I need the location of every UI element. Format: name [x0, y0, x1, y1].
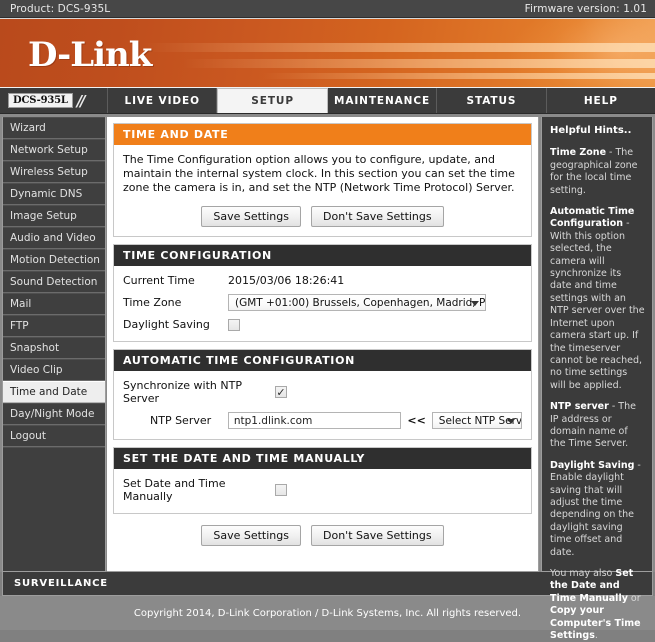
- save-settings-button-bottom[interactable]: Save Settings: [201, 525, 301, 546]
- sync-ntp-label: Synchronize with NTP Server: [123, 379, 242, 405]
- sidebar-item-day-night-mode[interactable]: Day/Night Mode: [3, 403, 105, 425]
- automatic-time-configuration-body: Synchronize with NTP Server ✓ NTP Server…: [114, 371, 531, 439]
- save-settings-button-top[interactable]: Save Settings: [201, 206, 301, 227]
- hint-atc-term: Automatic Time Configuration: [550, 206, 635, 230]
- sidebar-item-mail[interactable]: Mail: [3, 293, 105, 315]
- time-configuration-panel: TIME CONFIGURATION Current Time 2015/03/…: [113, 244, 532, 342]
- firmware-version-label: Firmware version: 1.01: [524, 2, 647, 15]
- time-zone-selected-value: (GMT +01:00) Brussels, Copenhagen, Madri…: [235, 296, 486, 309]
- sync-ntp-checkbox[interactable]: ✓: [275, 386, 287, 398]
- sidebar-item-audio-and-video[interactable]: Audio and Video: [3, 227, 105, 249]
- sidebar-item-wireless-setup[interactable]: Wireless Setup: [3, 161, 105, 183]
- slashes-decoration-icon: //: [76, 91, 86, 110]
- sidebar-item-motion-detection[interactable]: Motion Detection: [3, 249, 105, 271]
- time-configuration-header: TIME CONFIGURATION: [114, 245, 531, 266]
- manual-time-panel: SET THE DATE AND TIME MANUALLY Set Date …: [113, 447, 532, 514]
- hint-you-may-also: You may also Set the Date and Time Manua…: [550, 568, 645, 642]
- hint-ntp-term: NTP server: [550, 401, 609, 413]
- sidebar-item-ftp[interactable]: FTP: [3, 315, 105, 337]
- daylight-saving-label: Daylight Saving: [123, 318, 210, 331]
- sidebar-item-wizard[interactable]: Wizard: [3, 117, 105, 139]
- sidebar-item-snapshot[interactable]: Snapshot: [3, 337, 105, 359]
- select-ntp-server-dropdown[interactable]: Select NTP Server: [431, 412, 523, 429]
- manual-time-body: Set Date and Time Manually ✓: [114, 469, 531, 513]
- product-label: Product: DCS-935L: [10, 2, 111, 15]
- hint-ntp-server: NTP server - The IP address or domain na…: [550, 401, 645, 451]
- page-title: TIME AND DATE: [114, 124, 531, 145]
- manual-time-row: Set Date and Time Manually ✓: [123, 477, 522, 503]
- sidebar-navigation: Wizard Network Setup Wireless Setup Dyna…: [2, 117, 106, 572]
- ntp-server-input[interactable]: ntp1.dlink.com: [227, 412, 402, 429]
- sidebar-item-logout[interactable]: Logout: [3, 425, 105, 447]
- brand-banner: D-Link: [0, 18, 655, 88]
- manual-time-label: Set Date and Time Manually: [123, 477, 226, 503]
- banner-streak-3: [262, 73, 655, 79]
- time-zone-label: Time Zone: [123, 296, 182, 309]
- hint-atc-text: - With this option selected, the camera …: [550, 218, 645, 391]
- hint-time-zone-term: Time Zone: [550, 147, 607, 159]
- hint-time-zone: Time Zone - The geographical zone for th…: [550, 147, 645, 197]
- banner-streak-2: [183, 59, 655, 68]
- current-time-value: 2015/03/06 18:26:41: [228, 274, 345, 287]
- time-zone-row: Time Zone (GMT +01:00) Brussels, Copenha…: [123, 294, 522, 311]
- top-status-bar: Product: DCS-935L Firmware version: 1.01: [0, 0, 655, 18]
- manual-time-checkbox[interactable]: ✓: [275, 484, 287, 496]
- sidebar-item-dynamic-dns[interactable]: Dynamic DNS: [3, 183, 105, 205]
- hint-dst-term: Daylight Saving: [550, 459, 635, 471]
- automatic-time-configuration-panel: AUTOMATIC TIME CONFIGURATION Synchronize…: [113, 349, 532, 440]
- banner-streak-1: [144, 43, 655, 52]
- dont-save-settings-button-top[interactable]: Don't Save Settings: [311, 206, 444, 227]
- hint-dst-text: - Enable daylight saving that will adjus…: [550, 459, 641, 558]
- checkmark-icon: ✓: [276, 385, 286, 399]
- time-zone-select[interactable]: (GMT +01:00) Brussels, Copenhagen, Madri…: [228, 294, 486, 311]
- daylight-saving-row: Daylight Saving ✓: [123, 318, 522, 331]
- top-button-row: Save Settings Don't Save Settings: [123, 206, 522, 227]
- sidebar-item-image-setup[interactable]: Image Setup: [3, 205, 105, 227]
- intro-description: The Time Configuration option allows you…: [123, 153, 515, 194]
- daylight-saving-checkbox[interactable]: ✓: [228, 318, 240, 331]
- hint-also-mid: or: [627, 592, 641, 604]
- bottom-button-row: Save Settings Don't Save Settings: [113, 525, 532, 546]
- time-configuration-body: Current Time 2015/03/06 18:26:41 Time Zo…: [114, 266, 531, 341]
- tab-setup[interactable]: SETUP: [217, 88, 328, 113]
- tab-help[interactable]: HELP: [546, 88, 655, 113]
- sidebar-item-network-setup[interactable]: Network Setup: [3, 139, 105, 161]
- ntp-server-label: NTP Server: [150, 414, 212, 427]
- chevron-down-icon: [507, 418, 516, 424]
- automatic-time-configuration-header: AUTOMATIC TIME CONFIGURATION: [114, 350, 531, 371]
- sidebar-item-sound-detection[interactable]: Sound Detection: [3, 271, 105, 293]
- current-time-label: Current Time: [123, 274, 195, 287]
- chevron-down-icon: [471, 300, 479, 306]
- hint-also-post: .: [594, 630, 598, 642]
- sidebar-item-video-clip[interactable]: Video Clip: [3, 359, 105, 381]
- tab-status[interactable]: STATUS: [437, 88, 547, 113]
- tab-live-video[interactable]: LIVE VIDEO: [108, 88, 218, 113]
- hints-title: Helpful Hints..: [550, 125, 632, 136]
- ntp-server-row: NTP Server ntp1.dlink.com << Select NTP …: [150, 412, 523, 429]
- sidebar-filler: [3, 447, 105, 571]
- tab-maintenance[interactable]: MAINTENANCE: [327, 88, 438, 113]
- model-number-chip: DCS-935L: [8, 93, 73, 108]
- main-content-area: TIME AND DATE The Time Configuration opt…: [107, 117, 539, 572]
- copy-left-arrows-icon: <<: [407, 414, 426, 427]
- model-badge: DCS-935L //: [0, 88, 108, 113]
- main-navigation-bar: DCS-935L // LIVE VIDEO SETUP MAINTENANCE…: [0, 88, 655, 114]
- current-time-row: Current Time 2015/03/06 18:26:41: [123, 274, 522, 287]
- time-and-date-panel: TIME AND DATE The Time Configuration opt…: [113, 123, 532, 237]
- sidebar-item-time-and-date[interactable]: Time and Date: [3, 381, 105, 403]
- dlink-logo: D-Link: [28, 35, 152, 75]
- page-body: Wizard Network Setup Wireless Setup Dyna…: [0, 114, 655, 641]
- intro-panel-body: The Time Configuration option allows you…: [114, 145, 531, 236]
- manual-time-header: SET THE DATE AND TIME MANUALLY: [114, 448, 531, 469]
- hint-daylight-saving: Daylight Saving - Enable daylight saving…: [550, 460, 645, 559]
- hint-also-pre: You may also: [550, 568, 616, 579]
- dont-save-settings-button-bottom[interactable]: Don't Save Settings: [311, 525, 444, 546]
- hint-automatic-time-configuration: Automatic Time Configuration - With this…: [550, 206, 645, 392]
- helpful-hints-panel: Helpful Hints.. Time Zone - The geograph…: [541, 117, 653, 641]
- sync-ntp-row: Synchronize with NTP Server ✓: [123, 379, 522, 405]
